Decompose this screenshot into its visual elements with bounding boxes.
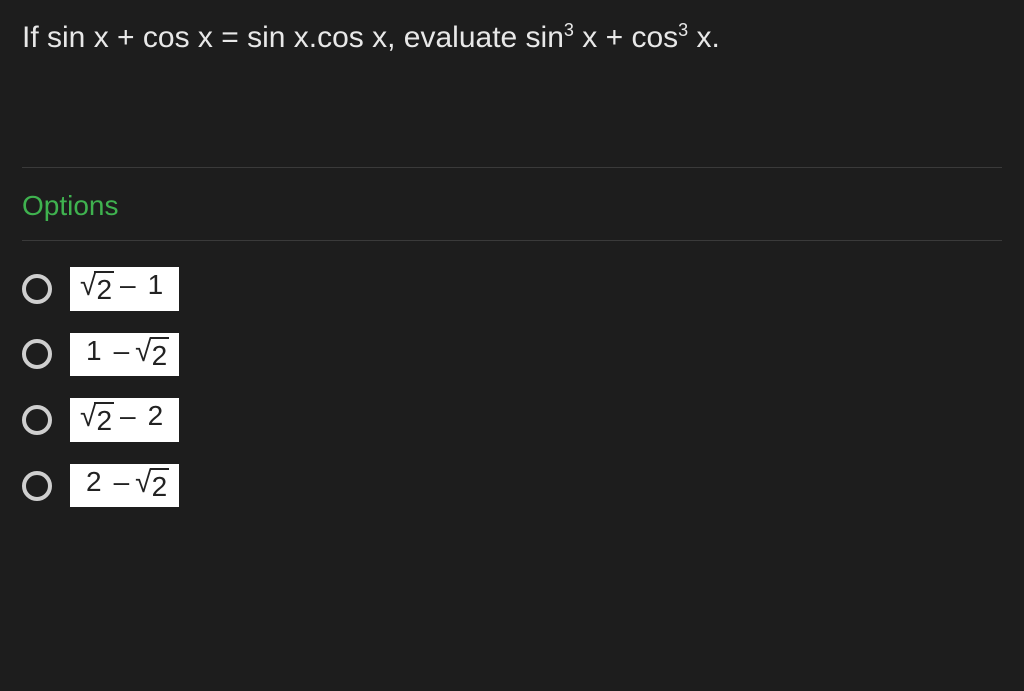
option-row[interactable]: √ 2 – 1 xyxy=(22,267,1002,311)
operator: – xyxy=(114,402,142,430)
option-value: √ 2 – 2 xyxy=(70,398,179,442)
radio-button[interactable] xyxy=(22,274,52,304)
radio-button[interactable] xyxy=(22,405,52,435)
question-part3: x. xyxy=(688,21,720,54)
radio-button[interactable] xyxy=(22,339,52,369)
sqrt-icon: √ 2 xyxy=(80,402,114,438)
sqrt-icon: √ 2 xyxy=(135,337,169,373)
plain-number: 2 xyxy=(80,468,108,496)
sqrt-argument: 2 xyxy=(94,271,114,307)
plain-number: 1 xyxy=(142,271,170,299)
option-row[interactable]: √ 2 – 2 xyxy=(22,398,1002,442)
plain-number: 2 xyxy=(142,402,170,430)
option-value: √ 2 – 1 xyxy=(70,267,179,311)
question-page: If sin x + cos x = sin x.cos x, evaluate… xyxy=(0,0,1024,547)
question-part2: x + cos xyxy=(574,21,678,54)
math-expression: 2 – √ 2 xyxy=(80,468,169,504)
sqrt-argument: 2 xyxy=(150,337,170,373)
question-sup2: 3 xyxy=(678,20,688,40)
operator: – xyxy=(108,337,136,365)
math-expression: 1 – √ 2 xyxy=(80,337,169,373)
sqrt-icon: √ 2 xyxy=(80,271,114,307)
option-row[interactable]: 1 – √ 2 xyxy=(22,333,1002,377)
math-expression: √ 2 – 1 xyxy=(80,271,169,307)
sqrt-argument: 2 xyxy=(150,468,170,504)
question-text: If sin x + cos x = sin x.cos x, evaluate… xyxy=(22,18,1002,168)
operator: – xyxy=(108,468,136,496)
math-expression: √ 2 – 2 xyxy=(80,402,169,438)
option-value: 2 – √ 2 xyxy=(70,464,179,508)
radio-button[interactable] xyxy=(22,471,52,501)
options-header: Options xyxy=(22,168,1002,241)
sqrt-icon: √ 2 xyxy=(135,468,169,504)
plain-number: 1 xyxy=(80,337,108,365)
option-row[interactable]: 2 – √ 2 xyxy=(22,464,1002,508)
sqrt-argument: 2 xyxy=(94,402,114,438)
operator: – xyxy=(114,271,142,299)
options-list: √ 2 – 1 1 – √ 2 xyxy=(22,241,1002,507)
question-sup1: 3 xyxy=(564,20,574,40)
option-value: 1 – √ 2 xyxy=(70,333,179,377)
question-part1: If sin x + cos x = sin x.cos x, evaluate… xyxy=(22,21,564,54)
